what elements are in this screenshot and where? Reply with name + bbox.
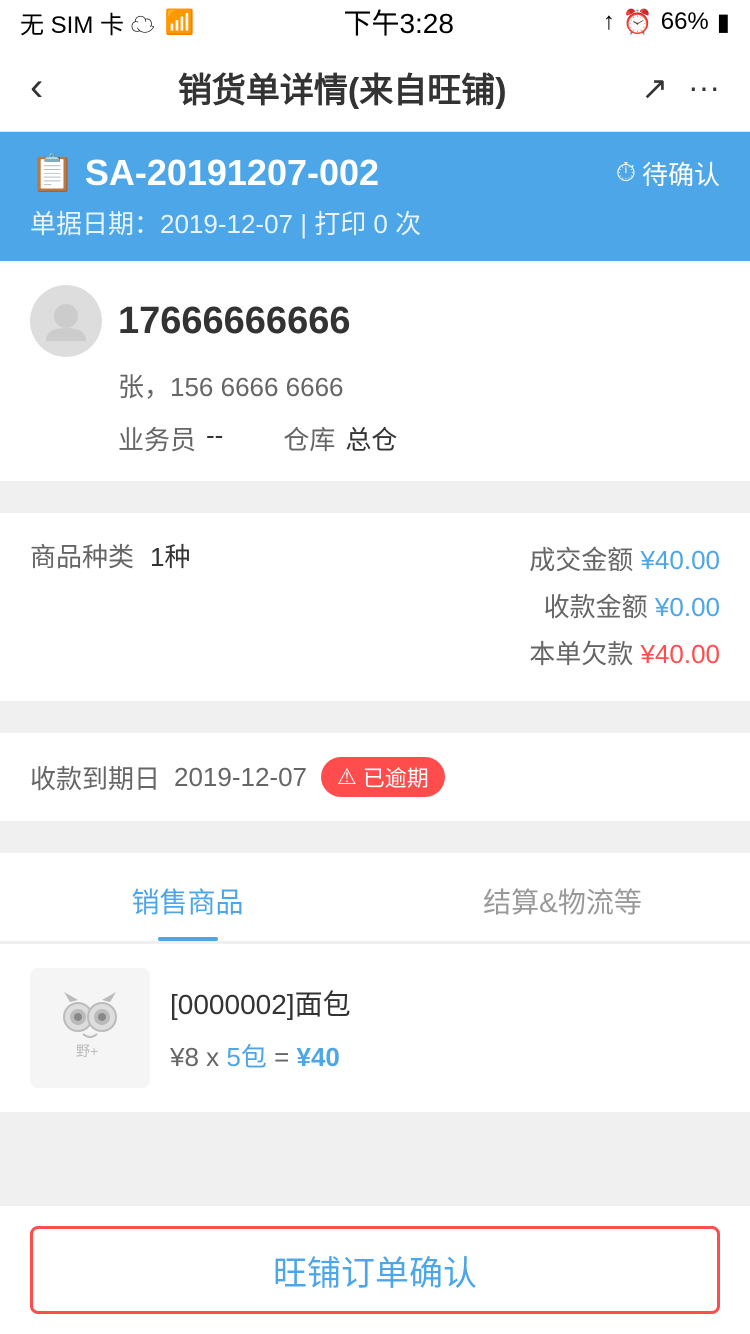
overdue-icon: ⚠ [337, 764, 357, 790]
warehouse-value: 总仓 [345, 420, 397, 457]
tab-sales-goods-label: 销售商品 [131, 887, 243, 918]
nav-right: ↗ ··· [641, 69, 720, 107]
status-text: 待确认 [642, 155, 720, 192]
tab-settlement[interactable]: 结算&物流等 [375, 853, 750, 941]
product-types-label: 商品种类 [30, 537, 134, 574]
wifi-icon: 📶 [165, 8, 195, 37]
customer-section: 17666666666 张，156 6666 6666 业务员 -- 仓库 总仓 [0, 261, 750, 481]
status-left: 无 SIM 卡 ☁ 📶 [20, 5, 195, 40]
transaction-amount-value: ¥40.00 [640, 545, 720, 575]
received-amount-value: ¥0.00 [655, 592, 720, 622]
outstanding-amount-row: 本单欠款 ¥40.00 [529, 631, 720, 678]
outstanding-amount-value: ¥40.00 [640, 639, 720, 669]
order-header: 📋 SA-20191207-002 ⏱ 待确认 单据日期：2019-12-07 … [0, 132, 750, 261]
received-amount-label: 收款金额 [544, 592, 648, 622]
order-id-text: SA-20191207-002 [85, 152, 379, 194]
order-id: 📋 SA-20191207-002 [30, 152, 379, 194]
nav-bar: ‹ 销货单详情(来自旺铺) ↗ ··· [0, 44, 750, 132]
product-owl-icon: 野+ [50, 982, 130, 1074]
tabs-row: 销售商品 结算&物流等 [0, 853, 750, 942]
overdue-badge: ⚠ 已逾期 [321, 757, 445, 797]
back-button[interactable]: ‹ [30, 65, 43, 110]
customer-name: 张，156 6666 6666 [118, 367, 720, 404]
product-price: ¥8 x [170, 1042, 226, 1072]
due-date-value: 2019-12-07 [174, 762, 307, 793]
transaction-amount-label: 成交金额 [529, 545, 633, 575]
location-icon: ↑ [603, 8, 615, 36]
divider-1 [0, 497, 750, 513]
due-date-label: 收款到期日 [30, 759, 160, 796]
product-name: [0000002]面包 [170, 983, 720, 1023]
overdue-text: 已逾期 [363, 761, 429, 793]
summary-section: 商品种类 1种 成交金额 ¥40.00 收款金额 ¥0.00 本单欠款 ¥40.… [0, 513, 750, 701]
warehouse-label: 仓库 [283, 420, 335, 457]
bottom-bar: 旺铺订单确认 [0, 1205, 750, 1334]
salesperson-field: 业务员 -- [118, 420, 223, 457]
clock-icon: ⏱ [616, 157, 636, 189]
transaction-amount-row: 成交金额 ¥40.00 [529, 537, 720, 584]
product-total: ¥40 [297, 1042, 340, 1072]
salesperson-value: -- [206, 420, 223, 457]
no-sim-label: 无 SIM 卡 ☁ [20, 5, 155, 40]
invoice-icon: 📋 [30, 152, 75, 194]
page-title: 销货单详情(来自旺铺) [178, 63, 507, 112]
product-details: [0000002]面包 ¥8 x 5包 = ¥40 [170, 983, 720, 1074]
product-price-row: ¥8 x 5包 = ¥40 [170, 1037, 720, 1074]
product-types-value: 1种 [150, 537, 190, 574]
status-time: 下午3:28 [343, 2, 454, 42]
product-types: 商品种类 1种 [30, 537, 190, 574]
confirm-order-button[interactable]: 旺铺订单确认 [30, 1226, 720, 1314]
outstanding-amount-label: 本单欠款 [529, 639, 633, 669]
tab-sales-goods[interactable]: 销售商品 [0, 853, 375, 941]
alarm-icon: ⏰ [623, 8, 653, 37]
status-bar: 无 SIM 卡 ☁ 📶 下午3:28 ↑ ⏰ 66% ▮ [0, 0, 750, 44]
order-status: ⏱ 待确认 [616, 155, 720, 192]
nav-left: ‹ [30, 65, 43, 110]
product-quantity: 5包 [226, 1042, 266, 1072]
product-equals: = [274, 1042, 296, 1072]
divider-3 [0, 837, 750, 853]
avatar [30, 285, 102, 357]
received-amount-row: 收款金额 ¥0.00 [529, 584, 720, 631]
customer-row: 17666666666 [30, 285, 720, 357]
battery-icon: ▮ [717, 8, 730, 37]
summary-row: 商品种类 1种 成交金额 ¥40.00 收款金额 ¥0.00 本单欠款 ¥40.… [30, 537, 720, 677]
order-date: 单据日期：2019-12-07 | 打印 0 次 [30, 204, 720, 241]
customer-meta: 业务员 -- 仓库 总仓 [118, 420, 720, 457]
due-date-section: 收款到期日 2019-12-07 ⚠ 已逾期 [0, 733, 750, 821]
salesperson-label: 业务员 [118, 420, 196, 457]
status-right: ↑ ⏰ 66% ▮ [603, 8, 730, 37]
tab-settlement-label: 结算&物流等 [483, 887, 642, 918]
amounts-block: 成交金额 ¥40.00 收款金额 ¥0.00 本单欠款 ¥40.00 [529, 537, 720, 677]
warehouse-field: 仓库 总仓 [283, 420, 397, 457]
divider-2 [0, 717, 750, 733]
product-list: 野+ [0000002]面包 ¥8 x 5包 = ¥40 [0, 944, 750, 1112]
more-icon[interactable]: ··· [688, 69, 720, 106]
customer-phone[interactable]: 17666666666 [118, 300, 350, 343]
tabs-section: 销售商品 结算&物流等 [0, 853, 750, 942]
svg-text:野+: 野+ [76, 1043, 98, 1059]
product-thumbnail: 野+ [30, 968, 150, 1088]
share-icon[interactable]: ↗ [641, 69, 668, 107]
product-item: 野+ [0000002]面包 ¥8 x 5包 = ¥40 [0, 944, 750, 1112]
order-id-row: 📋 SA-20191207-002 ⏱ 待确认 [30, 152, 720, 194]
battery-label: 66% [661, 8, 709, 36]
